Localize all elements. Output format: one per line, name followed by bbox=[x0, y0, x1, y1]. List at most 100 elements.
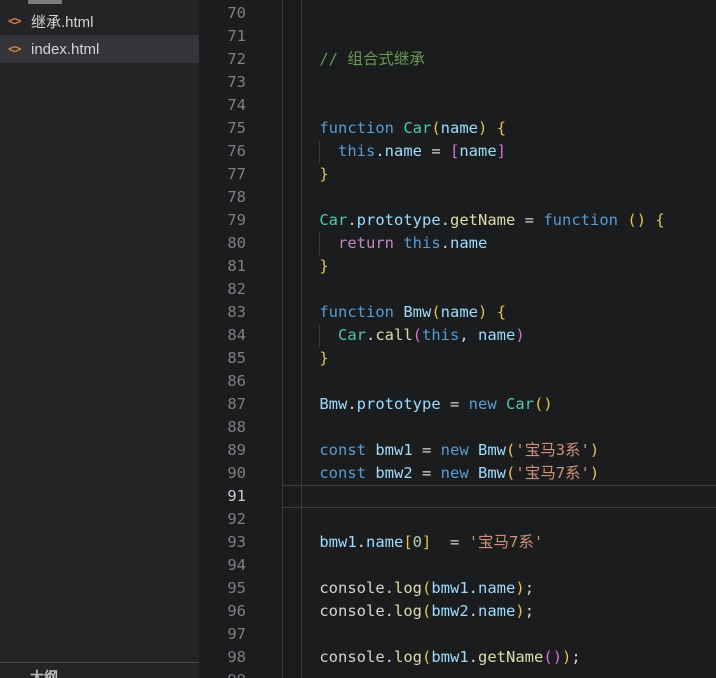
code-editor[interactable]: 70 71 72 // 组合式继承 73 74 75 function Car(name)… bbox=[199, 0, 716, 678]
code-line[interactable]: 76 this.name = [name] bbox=[199, 140, 716, 163]
code-line[interactable]: 78 bbox=[199, 186, 716, 209]
code-lines: 70 71 72 // 组合式继承 73 74 75 function Car(name)… bbox=[199, 2, 716, 678]
code-line[interactable]: 98 console.log(bmw1.getName()); bbox=[199, 646, 716, 669]
code-line-text bbox=[255, 94, 282, 117]
code-line[interactable]: 82 bbox=[199, 278, 716, 301]
code-line-text: console.log(bmw1.getName()); bbox=[319, 648, 581, 666]
line-number[interactable]: 77 bbox=[199, 163, 255, 186]
code-line-text: Bmw.prototype = new Car() bbox=[319, 395, 553, 413]
line-number[interactable]: 82 bbox=[199, 278, 255, 301]
code-line-text: const bmw2 = new Bmw('宝马7系') bbox=[319, 464, 600, 482]
code-line-text: const bmw1 = new Bmw('宝马3系') bbox=[319, 441, 600, 459]
code-line-text bbox=[255, 370, 282, 393]
code-line-text: } bbox=[319, 257, 329, 275]
line-number[interactable]: 94 bbox=[199, 554, 255, 577]
code-line[interactable]: 87 Bmw.prototype = new Car() bbox=[199, 393, 716, 416]
code-line-text: } bbox=[319, 349, 329, 367]
code-line[interactable]: 88 bbox=[199, 416, 716, 439]
code-line[interactable]: 90 const bmw2 = new Bmw('宝马7系') bbox=[199, 462, 716, 485]
line-number[interactable]: 85 bbox=[199, 347, 255, 370]
line-number[interactable]: 78 bbox=[199, 186, 255, 209]
vscode-window: <> 继承.html <> index.html 大纲 70 71 72 // 组合式继承… bbox=[0, 0, 716, 678]
code-line-text bbox=[255, 623, 282, 646]
code-line-text bbox=[255, 554, 282, 577]
line-number[interactable]: 90 bbox=[199, 462, 255, 485]
code-line[interactable]: 84 Car.call(this, name) bbox=[199, 324, 716, 347]
line-number[interactable]: 89 bbox=[199, 439, 255, 462]
line-number[interactable]: 97 bbox=[199, 623, 255, 646]
explorer-sidebar: <> 继承.html <> index.html 大纲 bbox=[0, 0, 199, 678]
code-line[interactable]: 80 return this.name bbox=[199, 232, 716, 255]
html-file-icon: <> bbox=[8, 14, 21, 28]
code-line[interactable]: 94 bbox=[199, 554, 716, 577]
line-number[interactable]: 98 bbox=[199, 646, 255, 669]
code-line-text bbox=[255, 2, 282, 25]
line-number[interactable]: 96 bbox=[199, 600, 255, 623]
code-line-text: console.log(bmw1.name); bbox=[319, 579, 535, 597]
code-line[interactable]: 77 } bbox=[199, 163, 716, 186]
file-item[interactable]: <> 继承.html bbox=[0, 7, 199, 35]
code-line[interactable]: 72 // 组合式继承 bbox=[199, 48, 716, 71]
line-number[interactable]: 91 bbox=[199, 485, 255, 508]
outline-header[interactable]: 大纲 bbox=[0, 665, 199, 678]
code-line-text bbox=[255, 669, 282, 678]
line-number[interactable]: 93 bbox=[199, 531, 255, 554]
line-number[interactable]: 76 bbox=[199, 140, 255, 163]
code-line-text: Car.prototype.getName = function () { bbox=[319, 211, 665, 229]
code-line[interactable]: 83 function Bmw(name) { bbox=[199, 301, 716, 324]
line-number[interactable]: 80 bbox=[199, 232, 255, 255]
code-line-text: function Car(name) { bbox=[319, 119, 507, 137]
line-number[interactable]: 99 bbox=[199, 669, 255, 678]
code-line[interactable]: 71 bbox=[199, 25, 716, 48]
file-list: <> 继承.html <> index.html bbox=[0, 7, 199, 63]
line-number[interactable]: 73 bbox=[199, 71, 255, 94]
code-line-text bbox=[255, 25, 282, 48]
line-number[interactable]: 92 bbox=[199, 508, 255, 531]
line-number[interactable]: 84 bbox=[199, 324, 255, 347]
code-line[interactable]: 70 bbox=[199, 2, 716, 25]
file-name: 继承.html bbox=[31, 13, 94, 31]
line-number[interactable]: 81 bbox=[199, 255, 255, 278]
line-number[interactable]: 95 bbox=[199, 577, 255, 600]
partial-file-item bbox=[28, 0, 62, 4]
code-line-text: // 组合式继承 bbox=[319, 50, 425, 68]
code-line-text bbox=[255, 278, 282, 301]
code-line-text bbox=[255, 71, 282, 94]
line-number[interactable]: 86 bbox=[199, 370, 255, 393]
code-line-text: console.log(bmw2.name); bbox=[319, 602, 535, 620]
code-line-text bbox=[255, 508, 282, 531]
code-line[interactable]: 99 bbox=[199, 669, 716, 678]
code-line[interactable]: 75 function Car(name) { bbox=[199, 117, 716, 140]
code-line-text: return this.name bbox=[338, 234, 488, 252]
code-line-text: Car.call(this, name) bbox=[338, 326, 525, 344]
line-number[interactable]: 75 bbox=[199, 117, 255, 140]
outline-divider bbox=[0, 662, 199, 663]
file-item[interactable]: <> index.html bbox=[0, 35, 199, 63]
line-number[interactable]: 74 bbox=[199, 94, 255, 117]
line-number[interactable]: 70 bbox=[199, 2, 255, 25]
code-line[interactable]: 95 console.log(bmw1.name); bbox=[199, 577, 716, 600]
code-line[interactable]: 93 bmw1.name[0] = '宝马7系' bbox=[199, 531, 716, 554]
line-number[interactable]: 72 bbox=[199, 48, 255, 71]
file-name: index.html bbox=[31, 40, 100, 58]
code-line[interactable]: 79 Car.prototype.getName = function () { bbox=[199, 209, 716, 232]
code-line-text: this.name = [name] bbox=[338, 142, 507, 160]
line-number[interactable]: 83 bbox=[199, 301, 255, 324]
line-number[interactable]: 87 bbox=[199, 393, 255, 416]
code-line-text bbox=[255, 485, 282, 508]
code-line[interactable]: 74 bbox=[199, 94, 716, 117]
code-line[interactable]: 91 bbox=[199, 485, 716, 508]
code-line-text: function Bmw(name) { bbox=[319, 303, 507, 321]
line-number[interactable]: 88 bbox=[199, 416, 255, 439]
code-line[interactable]: 96 console.log(bmw2.name); bbox=[199, 600, 716, 623]
code-line[interactable]: 97 bbox=[199, 623, 716, 646]
code-line[interactable]: 92 bbox=[199, 508, 716, 531]
code-line[interactable]: 73 bbox=[199, 71, 716, 94]
code-line[interactable]: 89 const bmw1 = new Bmw('宝马3系') bbox=[199, 439, 716, 462]
line-number[interactable]: 71 bbox=[199, 25, 255, 48]
code-line[interactable]: 85 } bbox=[199, 347, 716, 370]
code-line[interactable]: 81 } bbox=[199, 255, 716, 278]
code-line-text: } bbox=[319, 165, 329, 183]
code-line[interactable]: 86 bbox=[199, 370, 716, 393]
line-number[interactable]: 79 bbox=[199, 209, 255, 232]
